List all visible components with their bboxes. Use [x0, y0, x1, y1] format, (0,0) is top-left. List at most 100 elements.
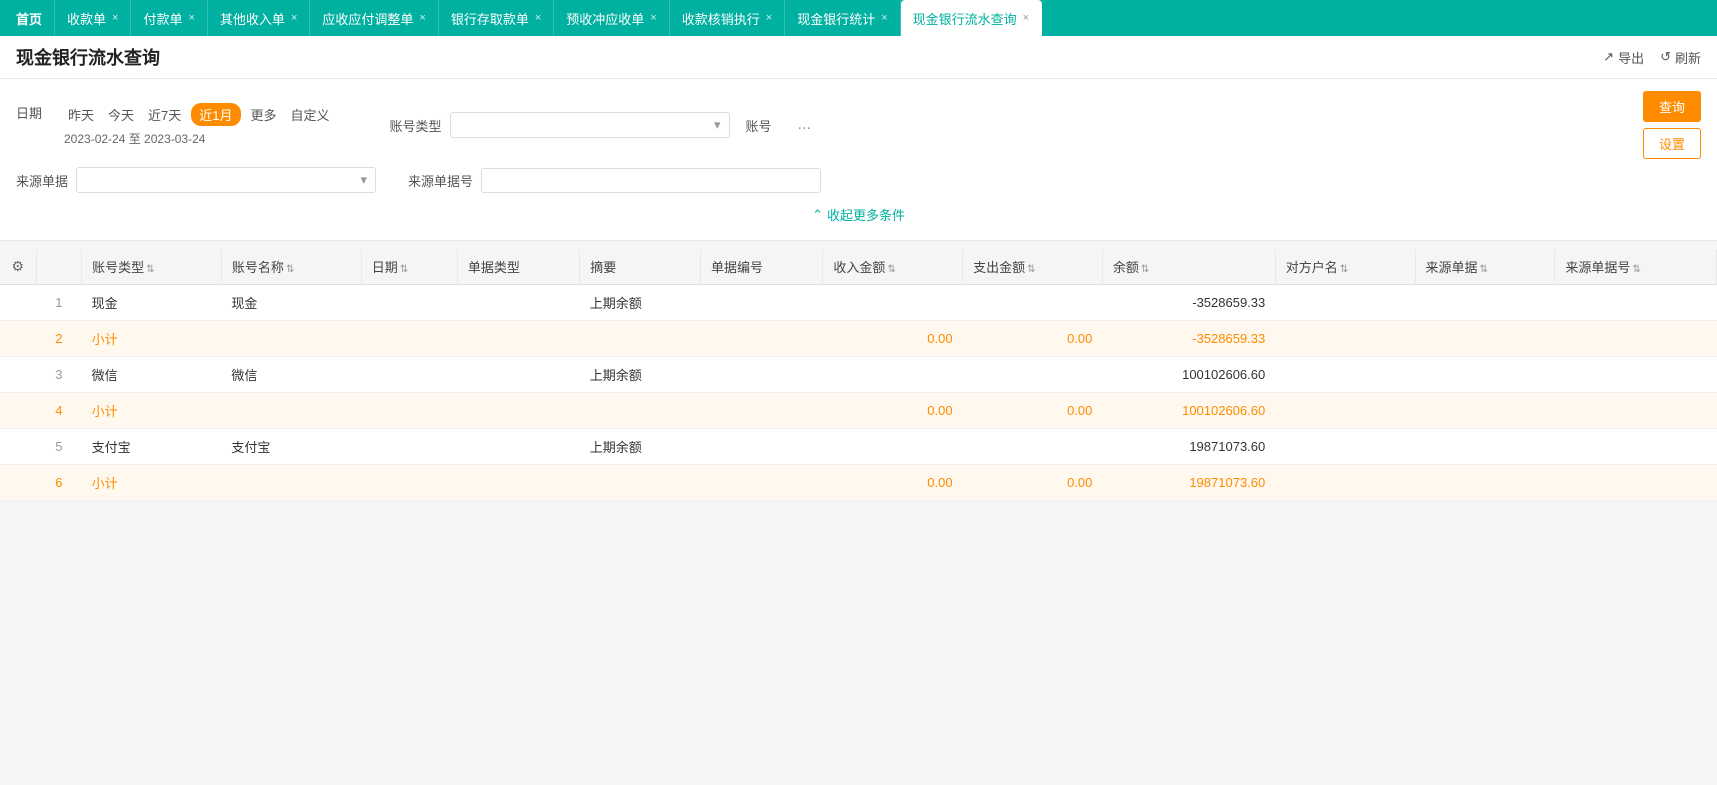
cell-income: 0.00	[823, 393, 963, 429]
page-header: 现金银行流水查询 ↗ 导出 ↺ 刷新	[0, 36, 1717, 79]
col-account_type[interactable]: 账号类型⇅	[82, 249, 222, 285]
data-table: ⚙账号类型⇅账号名称⇅日期⇅单据类型摘要单据编号收入金额⇅支出金额⇅余额⇅对方户…	[0, 249, 1717, 501]
nav-item-advance-offset[interactable]: 预收冲应收单×	[554, 0, 669, 36]
col-source_doc[interactable]: 来源单据⇅	[1415, 249, 1555, 285]
top-nav: 首页收款单×付款单×其他收入单×应收应付调整单×银行存取款单×预收冲应收单×收款…	[0, 0, 1717, 36]
cell-doc_type	[457, 429, 579, 465]
account-type-select[interactable]: ▾	[450, 112, 730, 138]
cell-date	[361, 357, 457, 393]
cell-balance: -3528659.33	[1102, 285, 1275, 321]
filter-row-2: 来源单据 ▾ 来源单据号	[16, 167, 1701, 193]
col-doc_no: 单据编号	[700, 249, 822, 285]
chevron-up-icon: ⌃	[812, 207, 823, 223]
col-account_name[interactable]: 账号名称⇅	[221, 249, 361, 285]
cell-summary: 上期余额	[580, 285, 701, 321]
date-opt-yesterday[interactable]: 昨天	[64, 103, 98, 126]
cell-account_name	[221, 321, 361, 357]
cell-account_type: 小计	[82, 321, 222, 357]
close-icon[interactable]: ×	[1023, 12, 1029, 24]
cell-counterparty	[1275, 357, 1415, 393]
cell-settings	[0, 429, 36, 465]
chevron-down-icon: ▾	[714, 117, 721, 133]
source-doc-select[interactable]: ▾	[76, 167, 376, 193]
cell-expense: 0.00	[963, 465, 1103, 501]
sort-icon-source_doc_no: ⇅	[1632, 264, 1640, 275]
cell-expense	[963, 285, 1103, 321]
close-icon[interactable]: ×	[881, 12, 887, 24]
nav-item-cash-bank-flow[interactable]: 现金银行流水查询×	[901, 0, 1042, 36]
col-balance[interactable]: 余额⇅	[1102, 249, 1275, 285]
nav-item-bank-deposit[interactable]: 银行存取款单×	[439, 0, 554, 36]
cell-account_type: 小计	[82, 393, 222, 429]
account-filter: 账号 ...	[746, 116, 815, 135]
collapse-conditions[interactable]: ⌃ 收起更多条件	[16, 201, 1701, 228]
close-icon[interactable]: ×	[650, 12, 656, 24]
cell-counterparty	[1275, 393, 1415, 429]
cell-num: 4	[36, 393, 82, 429]
date-opt-custom[interactable]: 自定义	[287, 103, 334, 126]
nav-item-receipt[interactable]: 收款单×	[55, 0, 131, 36]
table-row: 4小计0.000.00100102606.60	[0, 393, 1717, 429]
col-counterparty[interactable]: 对方户名⇅	[1275, 249, 1415, 285]
cell-source_doc	[1415, 357, 1555, 393]
nav-item-payment[interactable]: 付款单×	[131, 0, 207, 36]
cell-settings	[0, 321, 36, 357]
nav-item-collection-exec[interactable]: 收款核销执行×	[670, 0, 785, 36]
col-income[interactable]: 收入金额⇅	[823, 249, 963, 285]
date-opt-today[interactable]: 今天	[104, 103, 138, 126]
table-row: 5支付宝支付宝上期余额19871073.60	[0, 429, 1717, 465]
cell-income	[823, 429, 963, 465]
date-opt-recent1m[interactable]: 近1月	[191, 103, 240, 126]
cell-date	[361, 465, 457, 501]
export-icon: ↗	[1603, 49, 1614, 65]
nav-item-cash-bank-stat[interactable]: 现金银行统计×	[785, 0, 900, 36]
close-icon[interactable]: ×	[419, 12, 425, 24]
refresh-button[interactable]: ↺ 刷新	[1660, 48, 1701, 67]
cell-source_doc	[1415, 321, 1555, 357]
query-button[interactable]: 查询	[1643, 91, 1701, 122]
cell-balance: 100102606.60	[1102, 393, 1275, 429]
cell-source_doc	[1415, 285, 1555, 321]
source-doc-no-filter: 来源单据号	[408, 168, 821, 193]
sort-icon-account_name: ⇅	[286, 264, 294, 275]
cell-counterparty	[1275, 429, 1415, 465]
date-opt-more[interactable]: 更多	[247, 103, 281, 126]
nav-item-ar-adjust[interactable]: 应收应付调整单×	[310, 0, 438, 36]
cell-account_name	[221, 465, 361, 501]
cell-counterparty	[1275, 465, 1415, 501]
table-row: 1现金现金上期余额-3528659.33	[0, 285, 1717, 321]
account-ellipsis[interactable]: ...	[794, 116, 815, 134]
cell-doc_type	[457, 321, 579, 357]
cell-source_doc	[1415, 465, 1555, 501]
close-icon[interactable]: ×	[188, 12, 194, 24]
cell-doc_type	[457, 393, 579, 429]
date-filter-group: 日期 昨天今天近7天近1月更多自定义 2023-02-24 至 2023-03-…	[16, 103, 334, 147]
close-icon[interactable]: ×	[291, 12, 297, 24]
close-icon[interactable]: ×	[535, 12, 541, 24]
cell-account_name: 支付宝	[221, 429, 361, 465]
nav-item-home[interactable]: 首页	[4, 0, 55, 36]
col-source_doc_no[interactable]: 来源单据号⇅	[1555, 249, 1717, 285]
cell-account_type: 微信	[82, 357, 222, 393]
action-buttons: 查询 设置	[1643, 91, 1701, 159]
cell-summary: 上期余额	[580, 429, 701, 465]
nav-item-other-income[interactable]: 其他收入单×	[208, 0, 310, 36]
export-button[interactable]: ↗ 导出	[1603, 48, 1644, 67]
cell-num: 5	[36, 429, 82, 465]
cell-expense	[963, 429, 1103, 465]
source-doc-label: 来源单据	[16, 171, 68, 190]
col-date[interactable]: 日期⇅	[361, 249, 457, 285]
col-expense[interactable]: 支出金额⇅	[963, 249, 1103, 285]
cell-source_doc	[1415, 429, 1555, 465]
close-icon[interactable]: ×	[112, 12, 118, 24]
date-opt-recent7[interactable]: 近7天	[144, 103, 185, 126]
close-icon[interactable]: ×	[766, 12, 772, 24]
cell-account_type: 小计	[82, 465, 222, 501]
cell-num: 2	[36, 321, 82, 357]
cell-expense: 0.00	[963, 393, 1103, 429]
col-summary: 摘要	[580, 249, 701, 285]
cell-account_name: 现金	[221, 285, 361, 321]
gear-icon[interactable]: ⚙	[11, 258, 24, 274]
settings-button[interactable]: 设置	[1643, 128, 1701, 159]
source-doc-no-input[interactable]	[481, 168, 821, 193]
